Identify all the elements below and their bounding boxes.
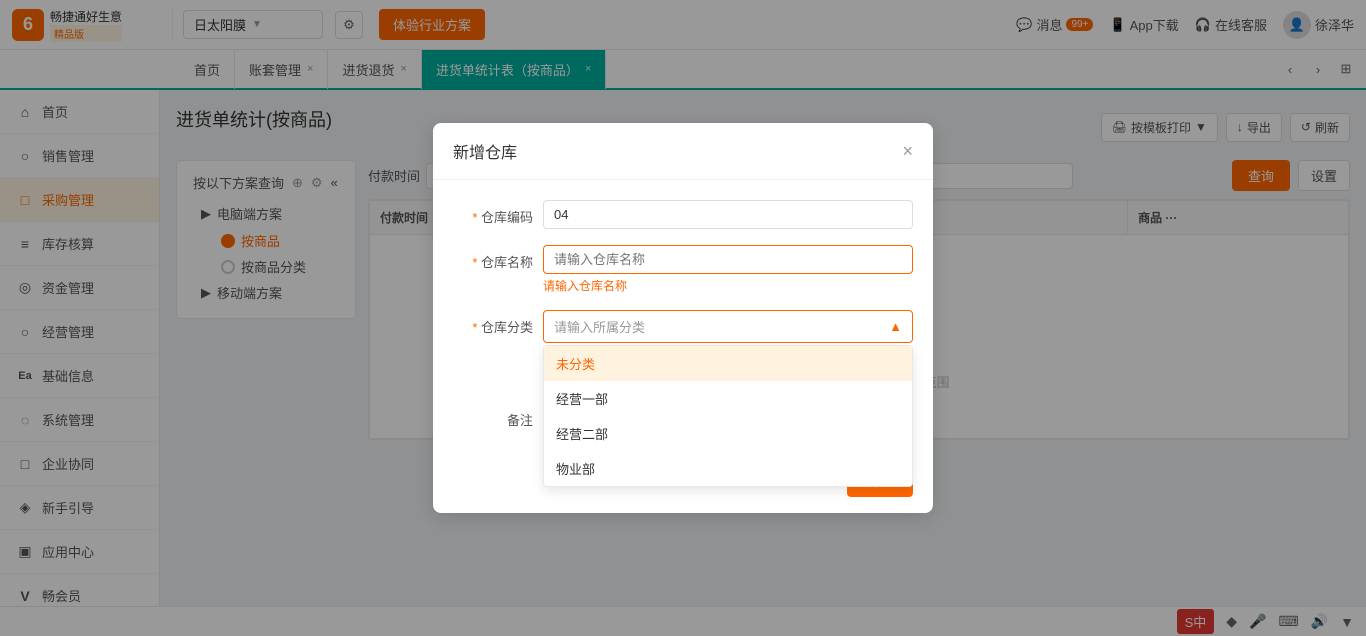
dropdown-option-dept1[interactable]: 经营一部 bbox=[544, 381, 912, 416]
modal-title: 新增仓库 bbox=[453, 139, 517, 163]
category-dropdown[interactable]: 请输入所属分类 ▲ bbox=[543, 310, 913, 343]
modal-body: 仓库编码 仓库名称 请输入仓库名称 仓库分类 请输入所属分类 bbox=[433, 180, 933, 432]
category-field-row: 仓库分类 请输入所属分类 ▲ 未分类 经营一部 经营二部 物业部 bbox=[453, 310, 913, 343]
dropdown-option-unclassified[interactable]: 未分类 bbox=[544, 346, 912, 381]
remark-label: 备注 bbox=[453, 403, 533, 429]
name-input[interactable] bbox=[543, 245, 913, 274]
name-error-tip: 请输入仓库名称 bbox=[543, 277, 913, 294]
name-field-inner: 仓库名称 请输入仓库名称 bbox=[453, 245, 913, 294]
code-field-row: 仓库编码 bbox=[453, 200, 913, 229]
dropdown-option-dept2[interactable]: 经营二部 bbox=[544, 416, 912, 451]
modal-add-warehouse: 新增仓库 × 仓库编码 仓库名称 请输入仓库名称 仓库分 bbox=[433, 123, 933, 513]
dropdown-option-property[interactable]: 物业部 bbox=[544, 451, 912, 486]
code-input[interactable] bbox=[543, 200, 913, 229]
category-label: 仓库分类 bbox=[453, 310, 533, 336]
modal-header: 新增仓库 × bbox=[433, 123, 933, 180]
category-dropdown-menu: 未分类 经营一部 经营二部 物业部 bbox=[543, 345, 913, 487]
chevron-up-icon: ▲ bbox=[889, 319, 902, 334]
category-placeholder: 请输入所属分类 bbox=[554, 317, 645, 336]
code-label: 仓库编码 bbox=[453, 200, 533, 226]
name-label: 仓库名称 bbox=[453, 245, 533, 271]
name-input-wrap: 请输入仓库名称 bbox=[543, 245, 913, 294]
modal-overlay: 新增仓库 × 仓库编码 仓库名称 请输入仓库名称 仓库分 bbox=[0, 0, 1366, 636]
category-input-wrap: 请输入所属分类 ▲ 未分类 经营一部 经营二部 物业部 bbox=[543, 310, 913, 343]
name-field-row: 仓库名称 请输入仓库名称 bbox=[453, 245, 913, 294]
modal-close-button[interactable]: × bbox=[902, 141, 913, 162]
